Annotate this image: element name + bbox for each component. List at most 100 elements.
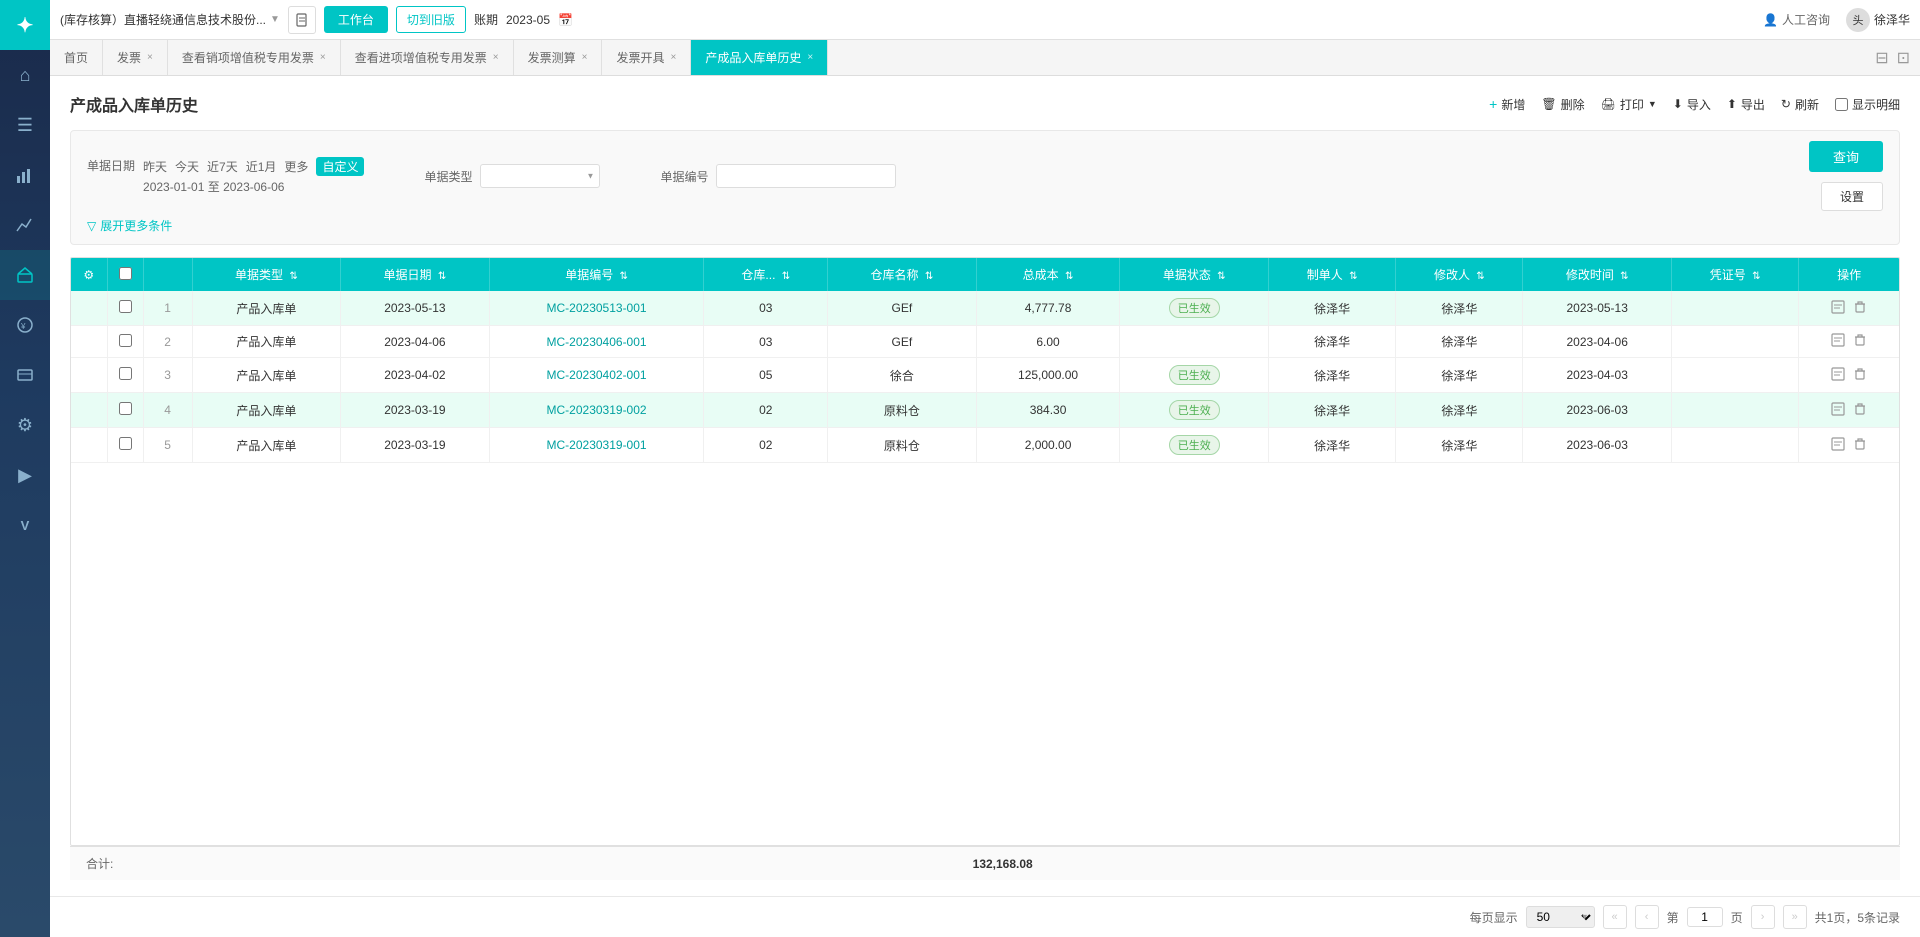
tab-sales-vat[interactable]: 查看销项增值税专用发票 × — [168, 40, 341, 75]
tab-home[interactable]: 首页 — [50, 40, 103, 75]
sidebar-item-video[interactable]: ▶ — [0, 450, 50, 500]
prev-page-button[interactable]: ‹ — [1635, 905, 1659, 929]
import-button[interactable]: ⬇ 导入 — [1673, 96, 1711, 113]
tab-invoice-calc[interactable]: 发票测算 × — [514, 40, 603, 75]
doc-number-link[interactable]: MC-20230513-001 — [547, 301, 647, 315]
print-button[interactable]: 🖨 打印 ▼ — [1601, 96, 1657, 113]
delete-icon-1[interactable] — [1853, 333, 1867, 350]
th-doc-status[interactable]: 单据状态 ⇅ — [1120, 258, 1269, 291]
doc-number-link[interactable]: MC-20230319-001 — [547, 438, 647, 452]
sidebar-item-version[interactable]: V — [0, 500, 50, 550]
tab-restore-button[interactable]: ⊟ — [1875, 48, 1888, 68]
th-settings[interactable]: ⚙ — [71, 258, 107, 291]
filter-settings-button[interactable]: 设置 — [1821, 182, 1883, 211]
delete-icon-4[interactable] — [1853, 437, 1867, 454]
th-creator[interactable]: 制单人 ⇅ — [1268, 258, 1395, 291]
td-checkbox[interactable] — [107, 358, 143, 393]
new-button[interactable]: + 新增 — [1489, 96, 1525, 113]
export-button[interactable]: ⬆ 导出 — [1727, 96, 1765, 113]
tab-purchase-vat[interactable]: 查看进项增值税专用发票 × — [341, 40, 514, 75]
date-yesterday[interactable]: 昨天 — [143, 158, 167, 175]
sidebar-item-analytics[interactable] — [0, 200, 50, 250]
switch-old-button[interactable]: 切到旧版 — [396, 6, 466, 33]
expand-filter-button[interactable]: ▽ 展开更多条件 — [87, 217, 172, 234]
th-warehouse-code[interactable]: 仓库... ⇅ — [704, 258, 828, 291]
tab-invoice-calc-close[interactable]: × — [582, 52, 588, 63]
tab-invoice-close[interactable]: × — [147, 52, 153, 63]
th-total-cost[interactable]: 总成本 ⇅ — [976, 258, 1120, 291]
tab-invoice[interactable]: 发票 × — [103, 40, 168, 75]
tab-product-history[interactable]: 产成品入库单历史 × — [691, 40, 828, 75]
sidebar-item-home[interactable]: ⌂ — [0, 50, 50, 100]
td-checkbox[interactable] — [107, 428, 143, 463]
td-doc-number[interactable]: MC-20230319-001 — [489, 428, 704, 463]
td-doc-number[interactable]: MC-20230406-001 — [489, 326, 704, 358]
td-checkbox[interactable] — [107, 393, 143, 428]
tab-purchase-vat-close[interactable]: × — [493, 52, 499, 63]
next-page-button[interactable]: › — [1751, 905, 1775, 929]
date-more[interactable]: 更多 — [284, 158, 308, 175]
edit-icon-1[interactable] — [1831, 333, 1845, 350]
date-custom[interactable]: 自定义 — [316, 157, 364, 176]
refresh-button[interactable]: ↻ 刷新 — [1781, 96, 1819, 113]
delete-icon-2[interactable] — [1853, 367, 1867, 384]
sidebar-item-finance[interactable] — [0, 350, 50, 400]
tab-maximize-button[interactable]: ⊡ — [1897, 48, 1910, 68]
help-button[interactable]: 👤 人工咨询 — [1763, 11, 1830, 28]
period-calendar-icon[interactable]: 📅 — [558, 13, 573, 27]
doc-number-input[interactable] — [716, 164, 896, 188]
sidebar-item-settings[interactable]: ⚙ — [0, 400, 50, 450]
edit-icon-3[interactable] — [1831, 402, 1845, 419]
date-1month[interactable]: 近1月 — [246, 158, 277, 175]
edit-icon-2[interactable] — [1831, 367, 1845, 384]
th-warehouse-name[interactable]: 仓库名称 ⇅ — [828, 258, 977, 291]
page-number-input[interactable] — [1687, 907, 1723, 927]
company-selector[interactable]: (库存核算）直播轻绕通信息技术股份... ▼ — [60, 11, 280, 28]
sidebar-item-inventory[interactable] — [0, 250, 50, 300]
th-modify-time[interactable]: 修改时间 ⇅ — [1523, 258, 1672, 291]
th-doc-date[interactable]: 单据日期 ⇅ — [341, 258, 490, 291]
doc-number-link[interactable]: MC-20230406-001 — [547, 335, 647, 349]
show-detail-checkbox[interactable]: 显示明细 — [1835, 96, 1900, 113]
row-checkbox-0[interactable] — [119, 300, 132, 313]
user-menu[interactable]: 头 徐泽华 — [1846, 8, 1910, 32]
doc-number-link[interactable]: MC-20230402-001 — [547, 368, 647, 382]
select-all-checkbox[interactable] — [119, 267, 132, 280]
td-doc-number[interactable]: MC-20230319-002 — [489, 393, 704, 428]
delete-icon-3[interactable] — [1853, 402, 1867, 419]
td-checkbox[interactable] — [107, 326, 143, 358]
td-doc-number[interactable]: MC-20230402-001 — [489, 358, 704, 393]
show-detail-input[interactable] — [1835, 98, 1848, 111]
edit-icon-0[interactable] — [1831, 300, 1845, 317]
th-voucher-no[interactable]: 凭证号 ⇅ — [1671, 258, 1798, 291]
edit-icon-4[interactable] — [1831, 437, 1845, 454]
query-button[interactable]: 查询 — [1809, 141, 1883, 172]
th-modifier[interactable]: 修改人 ⇅ — [1396, 258, 1523, 291]
tab-sales-vat-close[interactable]: × — [320, 52, 326, 63]
td-doc-number[interactable]: MC-20230513-001 — [489, 291, 704, 326]
sidebar-item-reports[interactable] — [0, 150, 50, 200]
date-today[interactable]: 今天 — [175, 158, 199, 175]
sidebar-item-docs[interactable]: ☰ — [0, 100, 50, 150]
row-checkbox-3[interactable] — [119, 402, 132, 415]
delete-button[interactable]: 🗑 删除 — [1541, 96, 1584, 113]
tab-invoice-issue-close[interactable]: × — [670, 52, 676, 63]
td-checkbox[interactable] — [107, 291, 143, 326]
doc-icon-button[interactable] — [288, 6, 316, 34]
th-checkbox[interactable] — [107, 258, 143, 291]
doc-number-link[interactable]: MC-20230319-002 — [547, 403, 647, 417]
row-checkbox-2[interactable] — [119, 367, 132, 380]
tab-invoice-issue[interactable]: 发票开具 × — [602, 40, 691, 75]
date-7days[interactable]: 近7天 — [207, 158, 238, 175]
first-page-button[interactable]: « — [1603, 905, 1627, 929]
per-page-select[interactable]: 20 50 100 — [1526, 906, 1595, 928]
th-doc-type[interactable]: 单据类型 ⇅ — [192, 258, 341, 291]
last-page-button[interactable]: » — [1783, 905, 1807, 929]
row-checkbox-4[interactable] — [119, 437, 132, 450]
delete-icon-0[interactable] — [1853, 300, 1867, 317]
doc-type-select[interactable]: 产品入库单 — [480, 164, 600, 188]
row-checkbox-1[interactable] — [119, 334, 132, 347]
sidebar-item-assets[interactable]: ¥ — [0, 300, 50, 350]
th-doc-number[interactable]: 单据编号 ⇅ — [489, 258, 704, 291]
tab-product-history-close[interactable]: × — [807, 52, 813, 63]
